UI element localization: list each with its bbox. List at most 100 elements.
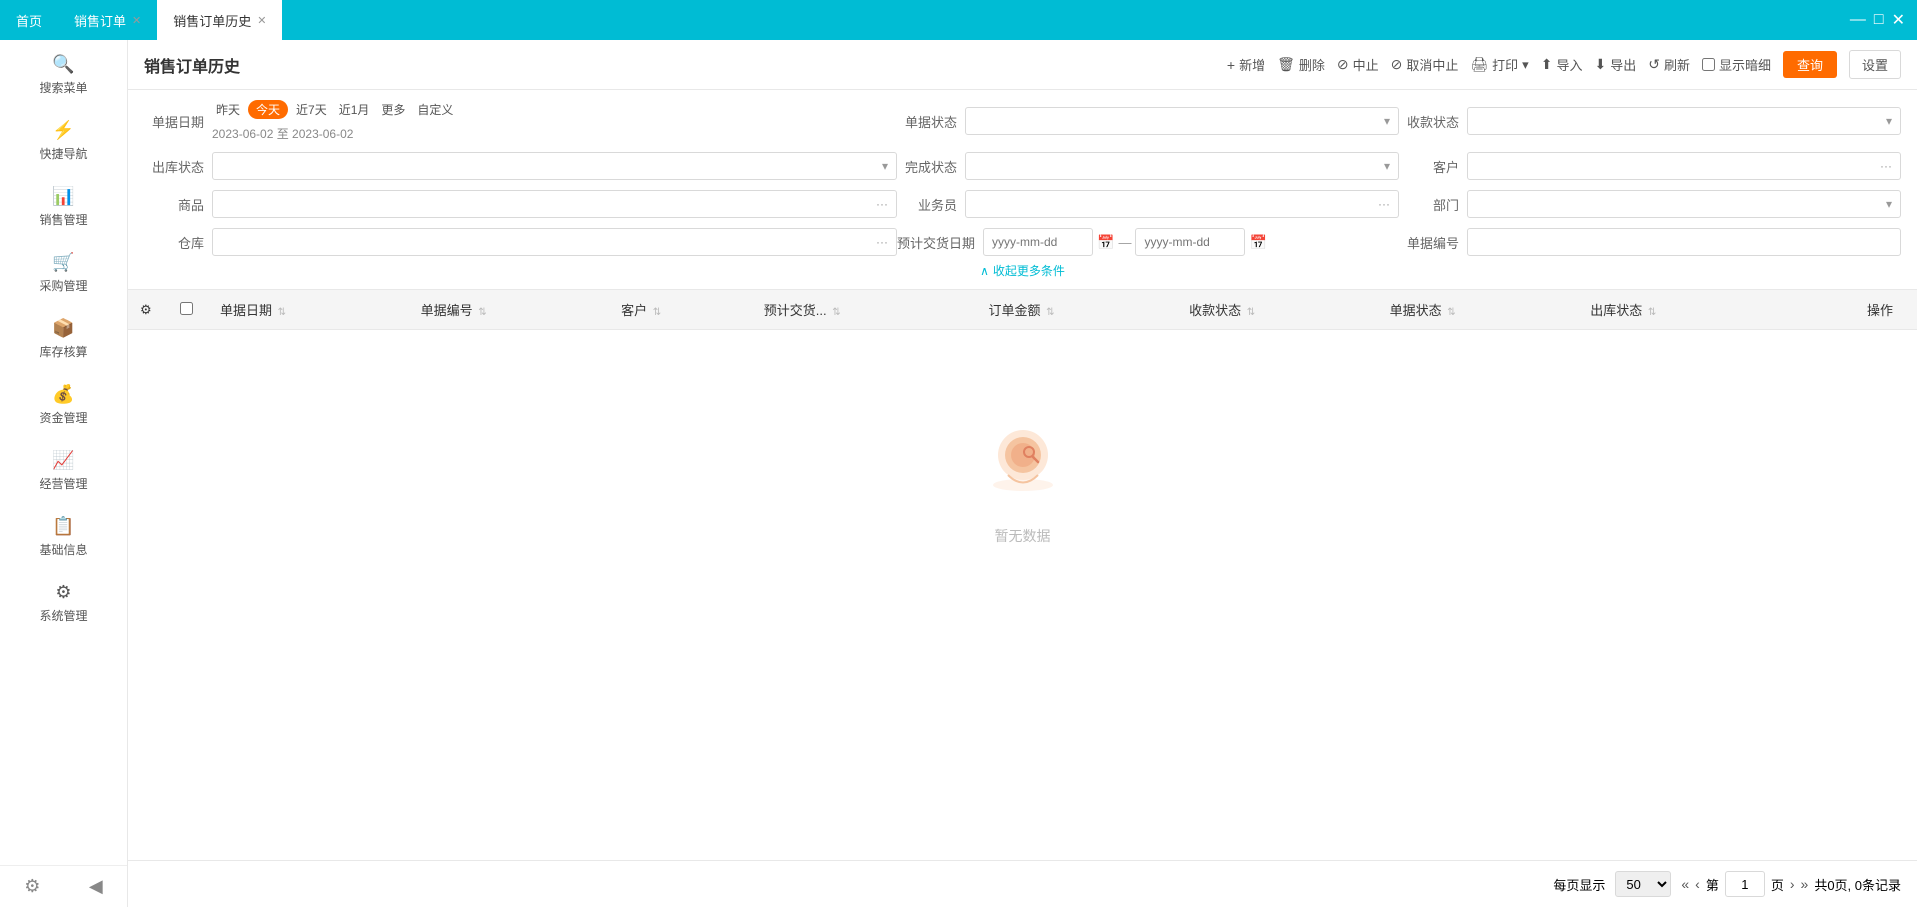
sidebar-item-quick-nav[interactable]: ⚡ 快捷导航 <box>0 106 127 172</box>
th-delivery[interactable]: 预计交货... ⇅ <box>752 290 977 330</box>
tab-sales-history-close[interactable]: ✕ <box>257 14 266 27</box>
date-tab-today[interactable]: 今天 <box>248 100 288 119</box>
filter-payment-status-select[interactable]: ▾ <box>1467 107 1901 135</box>
display-cols-checkbox[interactable] <box>1702 58 1715 71</box>
sidebar: 🔍 搜索菜单 ⚡ 快捷导航 📊 销售管理 🛒 采购管理 📦 库存核算 💰 资金管… <box>0 40 128 907</box>
filter-department-select[interactable]: ▾ <box>1467 190 1901 218</box>
date-range-display: 2023-06-02 至 2023-06-02 <box>212 125 353 142</box>
last-page-button[interactable]: » <box>1801 876 1809 892</box>
filter-row-2: 出库状态 ▾ 完成状态 ▾ 客户 ··· <box>144 152 1901 180</box>
sidebar-item-inventory[interactable]: 📦 库存核算 <box>0 304 127 370</box>
prev-page-button[interactable]: ‹ <box>1695 876 1700 892</box>
filter-doc-number-label: 单据编号 <box>1399 233 1459 252</box>
th-delivery-label: 预计交货... <box>764 303 827 318</box>
page-number-input[interactable] <box>1725 871 1765 897</box>
filter-warehouse-input[interactable]: ··· <box>212 228 897 256</box>
filter-doc-status-select[interactable]: ▾ <box>965 107 1399 135</box>
tab-sales-history-label: 销售订单历史 <box>173 11 251 30</box>
date-tab-yesterday[interactable]: 昨天 <box>212 100 244 119</box>
date-tab-more[interactable]: 更多 <box>377 100 409 119</box>
filter-delivery-date-label: 预计交货日期 <box>897 233 975 252</box>
tab-home[interactable]: 首页 <box>0 0 58 40</box>
collapse-more-conditions[interactable]: ∧ 收起更多条件 <box>144 260 1901 279</box>
date-tabs: 昨天 今天 近7天 近1月 更多 自定义 <box>212 100 457 119</box>
warehouse-dots-icon[interactable]: ··· <box>876 235 888 249</box>
table-body: 暂无数据 <box>128 330 1917 627</box>
maximize-icon[interactable]: □ <box>1874 11 1884 29</box>
total-info: 共0页, 0条记录 <box>1814 875 1901 894</box>
th-number-sort-icon: ⇅ <box>478 307 486 318</box>
th-status[interactable]: 单据状态 ⇅ <box>1378 290 1579 330</box>
sidebar-item-operations[interactable]: 📈 经营管理 <box>0 436 127 502</box>
th-date[interactable]: 单据日期 ⇅ <box>208 290 409 330</box>
search-menu-icon: 🔍 <box>52 54 74 75</box>
collapse-sidebar-icon[interactable]: ◀ <box>89 876 103 897</box>
filter-outbound-status-select[interactable]: ▾ <box>212 152 897 180</box>
tab-sales-order[interactable]: 销售订单 ✕ <box>58 0 157 40</box>
th-date-sort-icon: ⇅ <box>278 307 286 318</box>
filter-doc-number-input[interactable] <box>1467 228 1901 256</box>
print-button[interactable]: 🖨 打印 ▾ <box>1470 55 1528 74</box>
sidebar-item-search-menu[interactable]: 🔍 搜索菜单 <box>0 40 127 106</box>
page-size-select[interactable]: 50 10 20 100 <box>1615 871 1671 897</box>
sidebar-item-sales-mgmt[interactable]: 📊 销售管理 <box>0 172 127 238</box>
first-page-button[interactable]: « <box>1681 876 1689 892</box>
filter-delivery-to[interactable] <box>1135 228 1245 256</box>
sidebar-item-system[interactable]: ⚙ 系统管理 <box>0 568 127 634</box>
stop-button[interactable]: ⊘ 中止 <box>1337 55 1379 74</box>
product-dots-icon[interactable]: ··· <box>876 197 888 211</box>
refresh-button[interactable]: ↺ 刷新 <box>1648 55 1690 74</box>
settings-button[interactable]: 设置 <box>1849 50 1901 79</box>
th-payment-label: 收款状态 <box>1189 303 1241 318</box>
cancel-stop-button[interactable]: ⊘ 取消中止 <box>1391 55 1459 74</box>
th-payment[interactable]: 收款状态 ⇅ <box>1177 290 1378 330</box>
delivery-from-cal-icon[interactable]: 📅 <box>1097 234 1114 251</box>
sidebar-bottom: ⚙ ◀ <box>0 865 127 907</box>
th-outbound[interactable]: 出库状态 ⇅ <box>1578 290 1779 330</box>
filter-delivery-from[interactable] <box>983 228 1093 256</box>
date-tab-1month[interactable]: 近1月 <box>335 100 374 119</box>
date-tab-custom[interactable]: 自定义 <box>413 100 457 119</box>
th-gear[interactable]: ⚙ <box>128 290 168 330</box>
th-amount-sort-icon: ⇅ <box>1046 307 1054 318</box>
window-close-icon[interactable]: ✕ <box>1892 10 1905 30</box>
sidebar-item-operations-label: 经营管理 <box>39 475 87 492</box>
filter-complete-status-select[interactable]: ▾ <box>965 152 1399 180</box>
th-amount[interactable]: 订单金额 ⇅ <box>977 290 1178 330</box>
import-button[interactable]: ⬆ 导入 <box>1541 55 1583 74</box>
settings-bottom-icon[interactable]: ⚙ <box>24 876 40 897</box>
query-label: 查询 <box>1797 55 1823 74</box>
filter-product-input[interactable]: ··· <box>212 190 897 218</box>
export-label: 导出 <box>1610 55 1636 74</box>
date-tab-7days[interactable]: 近7天 <box>292 100 331 119</box>
empty-state-row: 暂无数据 <box>128 330 1917 627</box>
salesperson-dots-icon[interactable]: ··· <box>1378 197 1390 211</box>
tab-sales-history[interactable]: 销售订单历史 ✕ <box>157 0 282 40</box>
filter-salesperson-input[interactable]: ··· <box>965 190 1399 218</box>
display-cols-toggle[interactable]: 显示暗细 <box>1702 55 1771 74</box>
sidebar-item-finance[interactable]: 💰 资金管理 <box>0 370 127 436</box>
next-page-button[interactable]: › <box>1790 876 1795 892</box>
export-button[interactable]: ⬇ 导出 <box>1594 55 1636 74</box>
delete-button[interactable]: 🗑 删除 <box>1277 55 1325 74</box>
tab-sales-order-close[interactable]: ✕ <box>132 14 141 27</box>
filter-complete-status: 完成状态 ▾ <box>897 152 1399 180</box>
sidebar-item-basic-info[interactable]: 📋 基础信息 <box>0 502 127 568</box>
minimize-icon[interactable]: — <box>1850 11 1866 29</box>
select-all-checkbox[interactable] <box>180 302 193 315</box>
query-button[interactable]: 查询 <box>1783 51 1837 78</box>
th-customer[interactable]: 客户 ⇅ <box>609 290 752 330</box>
filter-department: 部门 ▾ <box>1399 190 1901 218</box>
delivery-to-cal-icon[interactable]: 📅 <box>1249 234 1266 251</box>
gear-icon[interactable]: ⚙ <box>140 302 152 317</box>
th-status-sort-icon: ⇅ <box>1447 307 1455 318</box>
filter-customer-input[interactable]: ··· <box>1467 152 1901 180</box>
sidebar-item-purchase-mgmt[interactable]: 🛒 采购管理 <box>0 238 127 304</box>
print-label: 打印 <box>1492 55 1518 74</box>
filter-payment-status: 收款状态 ▾ <box>1399 107 1901 135</box>
delete-icon: 🗑 <box>1277 56 1295 73</box>
customer-dots-icon[interactable]: ··· <box>1880 159 1892 173</box>
add-button[interactable]: + 新增 <box>1227 55 1265 74</box>
th-check[interactable] <box>168 290 208 330</box>
th-number[interactable]: 单据编号 ⇅ <box>409 290 610 330</box>
